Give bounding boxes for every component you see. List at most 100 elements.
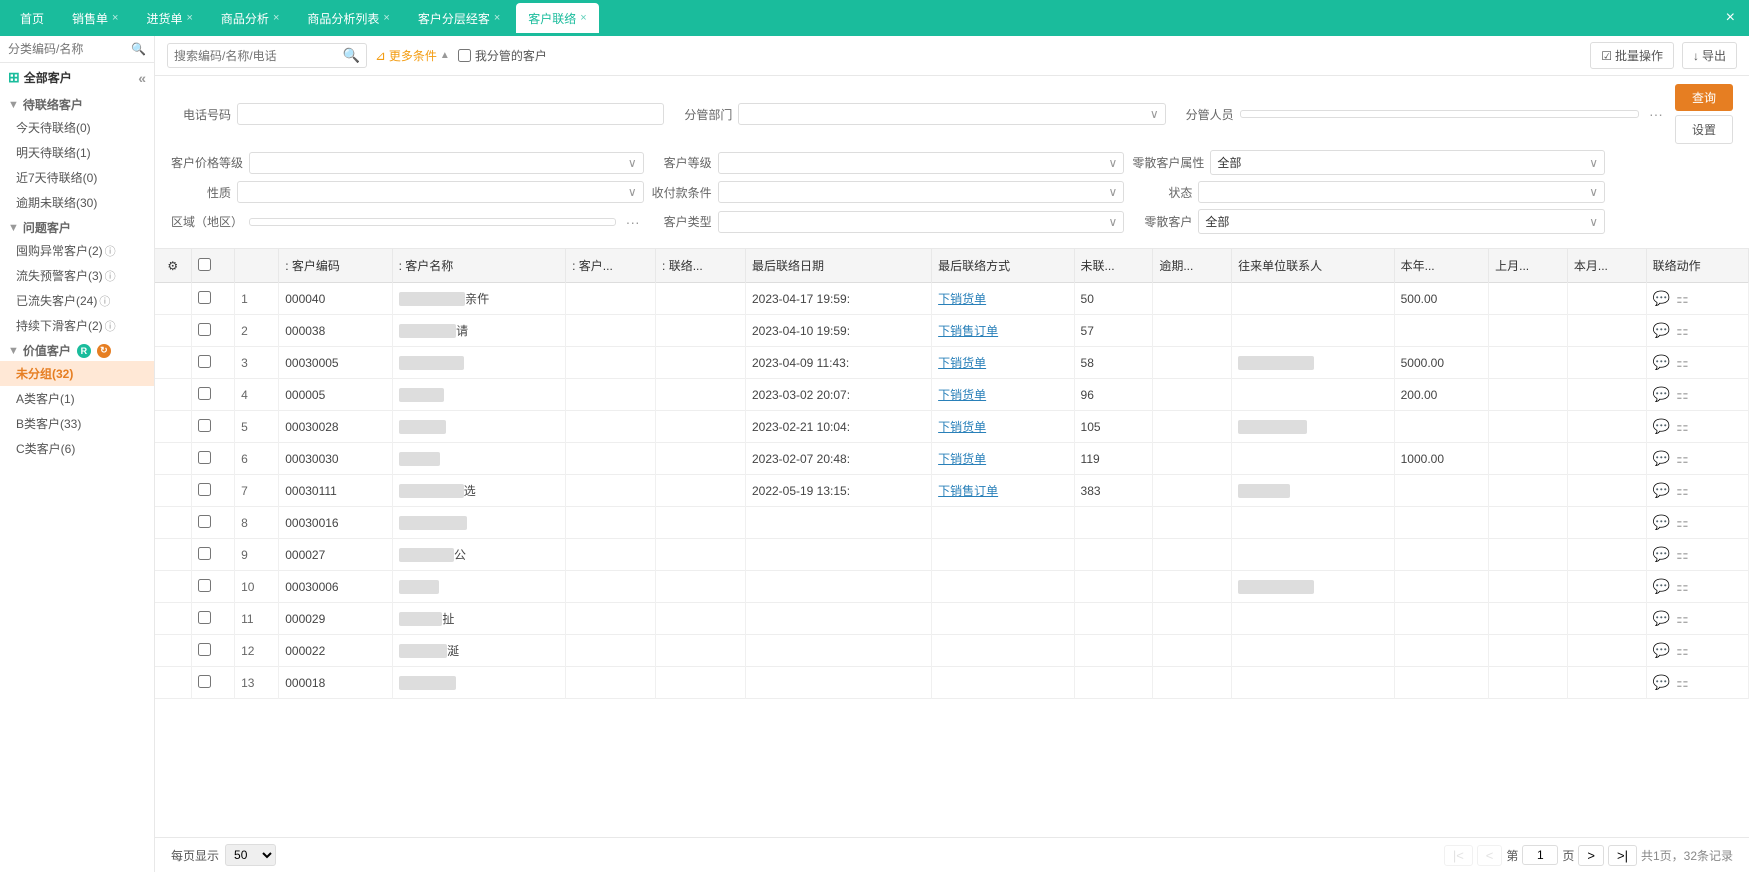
row-checkbox-2[interactable]	[198, 355, 211, 368]
row-check-7[interactable]	[191, 507, 235, 539]
sidebar-item-lost[interactable]: 已流失客户(24) ⓘ	[0, 288, 154, 313]
tab-product-analysis-list[interactable]: 商品分析列表 ×	[295, 3, 401, 33]
col-code[interactable]: : 客户编码	[279, 249, 392, 283]
col-trade-person[interactable]: 往来单位联系人	[1232, 249, 1395, 283]
row-last-way-0[interactable]: 下销货单	[932, 283, 1074, 315]
row-action-3[interactable]: 💬 ⚏	[1646, 379, 1748, 411]
col-contact[interactable]: : 联络...	[656, 249, 746, 283]
chat-icon-11[interactable]: 💬	[1653, 642, 1670, 659]
row-checkbox-7[interactable]	[198, 515, 211, 528]
qr-icon-8[interactable]: ⚏	[1676, 546, 1689, 563]
row-check-2[interactable]	[191, 347, 235, 379]
dept-select[interactable]: ∨	[738, 103, 1165, 125]
search-icon[interactable]: 🔍	[343, 47, 360, 64]
row-action-11[interactable]: 💬 ⚏	[1646, 635, 1748, 667]
sidebar-item-warning[interactable]: 流失预警客户(3) ⓘ	[0, 263, 154, 288]
row-last-way-5[interactable]: 下销货单	[932, 443, 1074, 475]
page-number-input[interactable]	[1522, 845, 1558, 865]
row-check-0[interactable]	[191, 283, 235, 315]
row-action-0[interactable]: 💬 ⚏	[1646, 283, 1748, 315]
row-checkbox-9[interactable]	[198, 579, 211, 592]
row-checkbox-11[interactable]	[198, 643, 211, 656]
sidebar-item-declining[interactable]: 持续下滑客户(2) ⓘ	[0, 313, 154, 338]
chat-icon-5[interactable]: 💬	[1653, 450, 1670, 467]
tab-customer-segment[interactable]: 客户分层经客 ×	[406, 3, 512, 33]
chat-icon-4[interactable]: 💬	[1653, 418, 1670, 435]
chat-icon-9[interactable]: 💬	[1653, 578, 1670, 595]
row-action-5[interactable]: 💬 ⚏	[1646, 443, 1748, 475]
row-checkbox-12[interactable]	[198, 675, 211, 688]
qr-icon-2[interactable]: ⚏	[1676, 354, 1689, 371]
cust-level-select[interactable]: ∨	[718, 152, 1125, 174]
first-page-button[interactable]: |<	[1444, 845, 1473, 866]
chat-icon-7[interactable]: 💬	[1653, 514, 1670, 531]
qr-icon-11[interactable]: ⚏	[1676, 642, 1689, 659]
status-select[interactable]: ∨	[1198, 181, 1605, 203]
value-refresh-badge[interactable]: ↻	[97, 344, 111, 358]
qr-icon-3[interactable]: ⚏	[1676, 386, 1689, 403]
row-last-way-9[interactable]	[932, 571, 1074, 603]
qr-icon-0[interactable]: ⚏	[1676, 290, 1689, 307]
col-last-way[interactable]: 最后联络方式	[932, 249, 1074, 283]
row-last-way-7[interactable]	[932, 507, 1074, 539]
row-check-6[interactable]	[191, 475, 235, 507]
chat-icon-10[interactable]: 💬	[1653, 610, 1670, 627]
row-check-4[interactable]	[191, 411, 235, 443]
row-last-way-12[interactable]	[932, 667, 1074, 699]
chat-icon-0[interactable]: 💬	[1653, 290, 1670, 307]
row-check-3[interactable]	[191, 379, 235, 411]
region-select[interactable]	[249, 218, 616, 226]
nature-select[interactable]: ∨	[237, 181, 644, 203]
sidebar-item-7days[interactable]: 近7天待联络(0)	[0, 165, 154, 190]
manager-select[interactable]	[1240, 110, 1639, 118]
batch-operation-button[interactable]: ☑ 批量操作	[1590, 42, 1674, 69]
my-customers-toggle[interactable]: 我分管的客户	[458, 47, 547, 64]
col-setting[interactable]: ⚙	[155, 249, 191, 283]
row-checkbox-3[interactable]	[198, 387, 211, 400]
qr-icon-10[interactable]: ⚏	[1676, 610, 1689, 627]
cust-type-select[interactable]: ∨	[718, 211, 1125, 233]
row-action-2[interactable]: 💬 ⚏	[1646, 347, 1748, 379]
pending-contact-group[interactable]: ▼ 待联络客户	[0, 92, 154, 115]
row-checkbox-8[interactable]	[198, 547, 211, 560]
row-last-way-10[interactable]	[932, 603, 1074, 635]
row-checkbox-1[interactable]	[198, 323, 211, 336]
row-checkbox-6[interactable]	[198, 483, 211, 496]
col-this-month[interactable]: 本月...	[1567, 249, 1646, 283]
col-checkbox[interactable]	[191, 249, 235, 283]
chat-icon-12[interactable]: 💬	[1653, 674, 1670, 691]
row-checkbox-10[interactable]	[198, 611, 211, 624]
qr-icon-7[interactable]: ⚏	[1676, 514, 1689, 531]
select-all-checkbox[interactable]	[198, 258, 211, 271]
row-check-8[interactable]	[191, 539, 235, 571]
row-last-way-3[interactable]: 下销货单	[932, 379, 1074, 411]
row-check-11[interactable]	[191, 635, 235, 667]
row-check-10[interactable]	[191, 603, 235, 635]
row-action-6[interactable]: 💬 ⚏	[1646, 475, 1748, 507]
close-segment-icon[interactable]: ×	[494, 12, 500, 24]
close-product-analysis-icon[interactable]: ×	[273, 12, 279, 24]
row-last-way-4[interactable]: 下销货单	[932, 411, 1074, 443]
payment-select[interactable]: ∨	[718, 181, 1125, 203]
col-last-month[interactable]: 上月...	[1489, 249, 1568, 283]
tab-product-analysis[interactable]: 商品分析 ×	[209, 3, 291, 33]
row-last-way-8[interactable]	[932, 539, 1074, 571]
prev-page-button[interactable]: <	[1477, 845, 1503, 866]
row-checkbox-0[interactable]	[198, 291, 211, 304]
qr-icon-1[interactable]: ⚏	[1676, 322, 1689, 339]
region-more-btn[interactable]: ···	[622, 214, 644, 230]
sidebar-search-input[interactable]	[8, 42, 127, 56]
search-input[interactable]	[174, 49, 339, 63]
retail-cust-select[interactable]: 全部 ∨	[1198, 209, 1605, 234]
tab-home[interactable]: 首页	[8, 3, 56, 33]
sidebar-item-overdue[interactable]: 逾期未联络(30)	[0, 190, 154, 215]
close-sales-icon[interactable]: ×	[112, 12, 118, 24]
row-last-way-2[interactable]: 下销货单	[932, 347, 1074, 379]
col-type[interactable]: : 客户...	[566, 249, 656, 283]
sidebar-collapse-btn[interactable]: «	[138, 70, 146, 86]
more-conditions-btn[interactable]: ⊿ 更多条件 ▲	[375, 47, 450, 64]
row-last-way-6[interactable]: 下销售订单	[932, 475, 1074, 507]
col-last-date[interactable]: 最后联络日期	[745, 249, 931, 283]
row-action-9[interactable]: 💬 ⚏	[1646, 571, 1748, 603]
row-action-8[interactable]: 💬 ⚏	[1646, 539, 1748, 571]
